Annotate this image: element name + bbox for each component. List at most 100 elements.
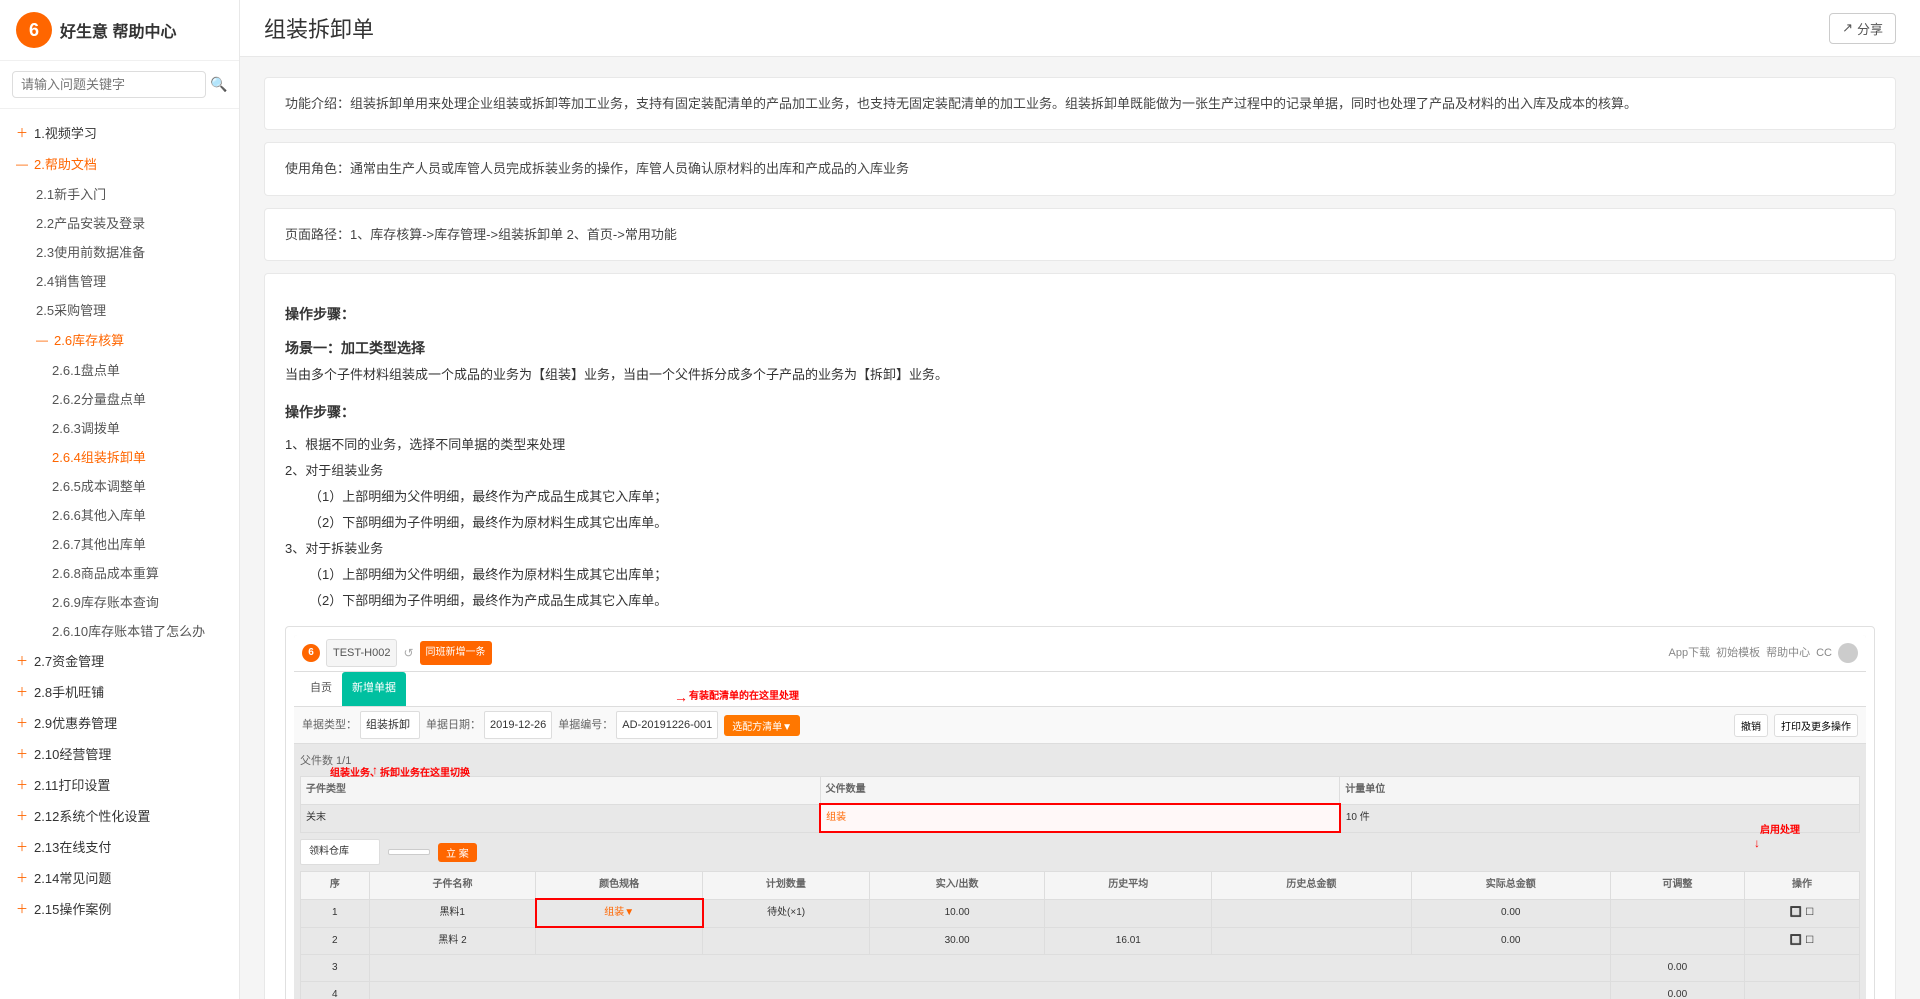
sidebar-item-2.6.4[interactable]: 2.6.4组装拆卸单 bbox=[0, 442, 239, 471]
arrow-activate: ↓ bbox=[1754, 831, 1760, 855]
sidebar-item-2.6.8[interactable]: 2.6.8商品成本重算 bbox=[0, 558, 239, 587]
print-btn[interactable]: 打印及更多操作 bbox=[1774, 714, 1858, 737]
plus-icon: ＋ bbox=[16, 869, 28, 886]
cell-no: 2 bbox=[301, 927, 370, 954]
cell-adj bbox=[1610, 927, 1744, 954]
activation-row: 领料仓库 立 案 启用处理 ↓ bbox=[300, 839, 1860, 865]
lower-th-no: 序 bbox=[301, 872, 370, 900]
sidebar-item-label: 2.15操作案例 bbox=[34, 899, 111, 918]
steps-label: 操作步骤： bbox=[285, 398, 1875, 426]
sidebar-item-2.6.5[interactable]: 2.6.5成本调整单 bbox=[0, 471, 239, 500]
sidebar-item-cases[interactable]: ＋ 2.15操作案例 bbox=[0, 893, 239, 924]
bom-select-btn[interactable]: 选配方清单▼ bbox=[724, 715, 800, 736]
sidebar-item-2.6.2[interactable]: 2.6.2分量盘点单 bbox=[0, 384, 239, 413]
spec-value[interactable]: 组装▼ bbox=[604, 907, 634, 918]
step3: 3、对于拆装业务 bbox=[285, 536, 1875, 562]
cell-actual-cost: 0.00 bbox=[1411, 927, 1610, 954]
sidebar-item-label: 2.13在线支付 bbox=[34, 837, 111, 856]
step2-2: （2）下部明细为子件明细，最终作为原材料生成其它出库单。 bbox=[285, 510, 1875, 536]
sidebar-item-label: 2.14常见问题 bbox=[34, 868, 111, 887]
step1: 1、根据不同的业务，选择不同单据的类型来处理 bbox=[285, 432, 1875, 458]
sidebar-item-video[interactable]: ＋ 1.视频学习 bbox=[0, 117, 239, 148]
order-value[interactable]: AD-20191226-001 bbox=[616, 711, 718, 739]
arrow-switch: ↑ bbox=[372, 758, 378, 782]
cell-h1: 16.01 bbox=[1045, 927, 1212, 954]
tab-home[interactable]: 自贡 bbox=[300, 672, 342, 706]
cell-empty bbox=[369, 954, 1610, 981]
app-org-select[interactable]: TEST-H002 bbox=[326, 639, 397, 667]
type-label: 单据类型： bbox=[302, 714, 357, 736]
search-input[interactable] bbox=[12, 71, 206, 98]
undo-btn[interactable]: 撤销 bbox=[1734, 714, 1768, 737]
sidebar-item-2.6.1[interactable]: 2.6.1盘点单 bbox=[0, 355, 239, 384]
sidebar-item-docs[interactable]: — 2.帮助文档 bbox=[0, 148, 239, 179]
new-record-btn[interactable]: 同班新增一条 bbox=[420, 641, 492, 665]
upper-table: 子件类型 父件数量 计量单位 关末 组装 bbox=[300, 776, 1860, 833]
plus-icon: ＋ bbox=[16, 745, 28, 762]
sidebar-item-faq[interactable]: ＋ 2.14常见问题 bbox=[0, 862, 239, 893]
nav-init-template[interactable]: 初始模板 bbox=[1716, 642, 1760, 664]
sidebar-item-2.6.7[interactable]: 2.6.7其他出库单 bbox=[0, 529, 239, 558]
cell-empty bbox=[369, 981, 1610, 999]
cell-h2 bbox=[1212, 927, 1411, 954]
sidebar-item-coupon[interactable]: ＋ 2.9优惠券管理 bbox=[0, 707, 239, 738]
sidebar-item-2.6.10[interactable]: 2.6.10库存账本错了怎么办 bbox=[0, 616, 239, 645]
minus-icon: — bbox=[16, 157, 28, 171]
sidebar-item-dataprep[interactable]: 2.3使用前数据准备 bbox=[0, 237, 239, 266]
search-button[interactable]: 🔍 bbox=[210, 76, 227, 93]
lower-th-adjust: 可调整 bbox=[1610, 872, 1744, 900]
warehouse-input[interactable]: 领料仓库 bbox=[300, 839, 380, 865]
sidebar-item-mobile[interactable]: ＋ 2.8手机旺铺 bbox=[0, 676, 239, 707]
step2: 2、对于组装业务 bbox=[285, 458, 1875, 484]
type-value[interactable]: 组装拆卸 bbox=[360, 711, 420, 739]
sidebar-item-2.6.3[interactable]: 2.6.3调拨单 bbox=[0, 413, 239, 442]
ops-title: 操作步骤： bbox=[285, 300, 1875, 328]
sidebar: 6 好生意 帮助中心 🔍 ＋ 1.视频学习 — 2.帮助文档 2.1新手入门 2… bbox=[0, 0, 240, 999]
search-box: 🔍 bbox=[0, 61, 239, 109]
type-field: 单据类型： 组装拆卸 bbox=[302, 711, 420, 739]
lower-th-cost2: 历史总金额 bbox=[1212, 872, 1411, 900]
warehouse-search[interactable] bbox=[388, 849, 430, 855]
tab-new-record[interactable]: 新增单据 bbox=[342, 672, 406, 706]
cell-adj bbox=[1610, 899, 1744, 927]
sidebar-item-finance[interactable]: ＋ 2.7资金管理 bbox=[0, 645, 239, 676]
sidebar-item-2.6.6[interactable]: 2.6.6其他入库单 bbox=[0, 500, 239, 529]
cell-no: 3 bbox=[301, 954, 370, 981]
lower-table: 序 子件名称 颜色规格 计划数量 实入/出数 历史平均 历史总金额 实际总金额 … bbox=[300, 871, 1860, 999]
nav-help[interactable]: 帮助中心 bbox=[1766, 642, 1810, 664]
sidebar-item-newbie[interactable]: 2.1新手入门 bbox=[0, 179, 239, 208]
brand-name: 好生意 帮助中心 bbox=[60, 18, 176, 42]
plus-icon: ＋ bbox=[16, 683, 28, 700]
intro-block-1: 功能介绍：组装拆卸单用来处理企业组装或拆卸等加工业务，支持有固定装配清单的产品加… bbox=[264, 77, 1896, 130]
sidebar-item-mgmt[interactable]: ＋ 2.10经营管理 bbox=[0, 738, 239, 769]
sidebar-item-2.6.9[interactable]: 2.6.9库存账本查询 bbox=[0, 587, 239, 616]
nav-app-download[interactable]: App下载 bbox=[1669, 642, 1711, 664]
sidebar-item-purchase[interactable]: 2.5采购管理 bbox=[0, 295, 239, 324]
table-row: 关末 组装 10 件 bbox=[301, 804, 1860, 832]
cell-spec bbox=[536, 927, 703, 954]
intro-text-1: 功能介绍：组装拆卸单用来处理企业组装或拆卸等加工业务，支持有固定装配清单的产品加… bbox=[285, 96, 1637, 111]
sidebar-item-customize[interactable]: ＋ 2.12系统个性化设置 bbox=[0, 800, 239, 831]
sidebar-item-install[interactable]: 2.2产品安装及登录 bbox=[0, 208, 239, 237]
sidebar-item-label: 2.8手机旺铺 bbox=[34, 682, 104, 701]
nav-cc[interactable]: CC bbox=[1816, 642, 1832, 664]
date-value[interactable]: 2019-12-26 bbox=[484, 711, 552, 739]
confirm-btn[interactable]: 立 案 bbox=[438, 843, 477, 862]
upper-th-qty: 父件数量 bbox=[820, 777, 1340, 805]
page-title: 组装拆卸单 bbox=[264, 12, 374, 44]
sidebar-item-inventory[interactable]: — 2.6库存核算 bbox=[0, 324, 239, 355]
sidebar-item-payment[interactable]: ＋ 2.13在线支付 bbox=[0, 831, 239, 862]
share-icon: ↗ bbox=[1842, 20, 1853, 36]
sidebar-item-label: 2.帮助文档 bbox=[34, 154, 97, 173]
cell-qty: 组装 bbox=[820, 804, 1340, 832]
sidebar-item-sales[interactable]: 2.4销售管理 bbox=[0, 266, 239, 295]
table-row: 2 黑料 2 30.00 16.01 0.00 🔲 ☐ bbox=[301, 927, 1860, 954]
share-button[interactable]: ↗ 分享 bbox=[1829, 13, 1896, 44]
qty-value[interactable]: 组装 bbox=[826, 812, 846, 823]
sidebar-item-print[interactable]: ＋ 2.11打印设置 bbox=[0, 769, 239, 800]
lower-th-actual: 实入/出数 bbox=[869, 872, 1045, 900]
lower-th-cost1: 历史平均 bbox=[1045, 872, 1212, 900]
logo-icon: 6 bbox=[16, 12, 52, 48]
cell-actual: 30.00 bbox=[869, 927, 1045, 954]
cell-plan bbox=[703, 927, 870, 954]
